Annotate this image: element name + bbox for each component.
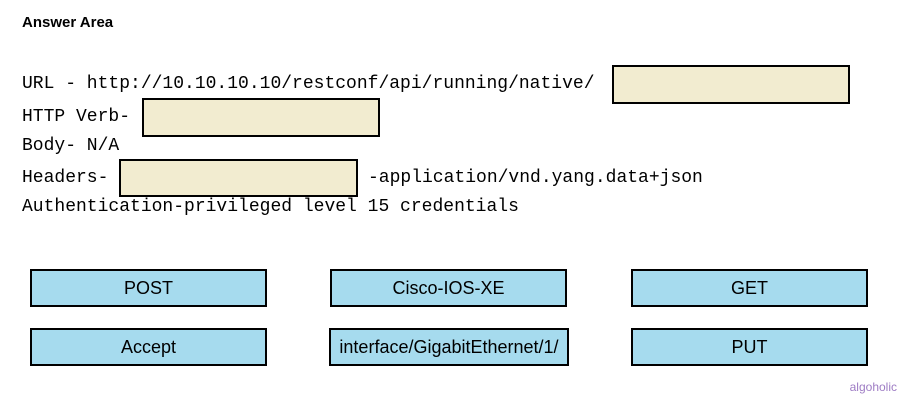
blank-headers[interactable] (119, 159, 358, 197)
token-put[interactable]: PUT (631, 328, 868, 366)
token-post[interactable]: POST (30, 269, 267, 307)
answer-area-panel: Answer Area URL - http://10.10.10.10/res… (0, 0, 904, 402)
token-get[interactable]: GET (631, 269, 868, 307)
http-verb-line-text: HTTP Verb- (22, 107, 131, 127)
body-line-text: Body- N/A (22, 136, 120, 156)
token-interface-path[interactable]: interface/GigabitEthernet/1/ (329, 328, 569, 366)
headers-line-suffix-text: -application/vnd.yang.data+json (368, 168, 703, 188)
token-accept[interactable]: Accept (30, 328, 267, 366)
token-cisco-ios-xe[interactable]: Cisco-IOS-XE (330, 269, 567, 307)
watermark: algoholic (849, 380, 897, 394)
blank-http-verb[interactable] (142, 98, 380, 137)
url-line-text: URL - http://10.10.10.10/restconf/api/ru… (22, 74, 595, 94)
headers-line-text: Headers- (22, 168, 109, 188)
page-title: Answer Area (22, 14, 114, 31)
blank-url-path[interactable] (612, 65, 850, 104)
authentication-line-text: Authentication-privileged level 15 crede… (22, 197, 519, 217)
